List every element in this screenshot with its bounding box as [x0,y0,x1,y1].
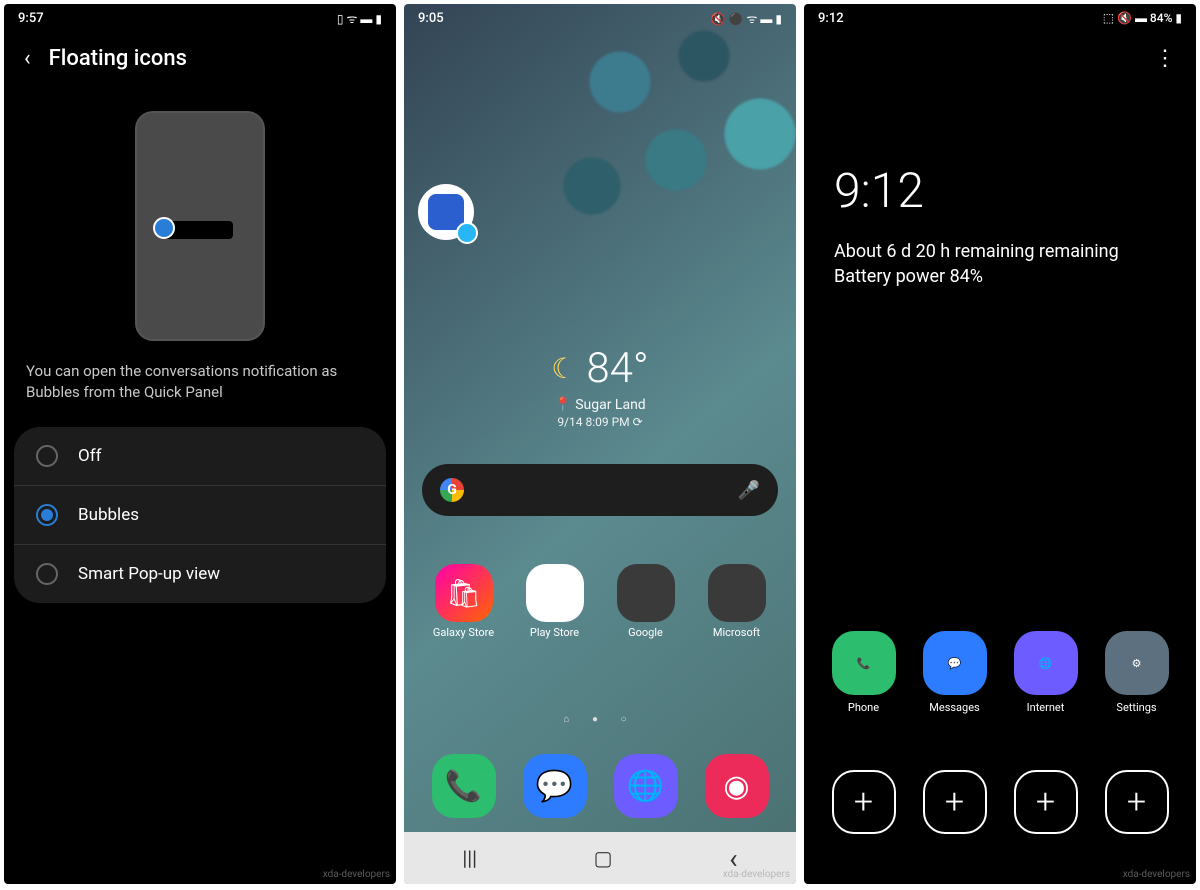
messages-icon: 💬 [536,769,573,804]
app-microsoft-folder[interactable]: Microsoft [699,564,775,639]
option-label: Smart Pop-up view [78,564,220,584]
dock-camera[interactable]: ◉ [705,754,769,818]
launcher-setup-screen: 9:12 ⬚ 🔇 ▬ 84% ▮ ⋮ 9:12 About 6 d 20 h r… [804,4,1196,884]
description-text: You can open the conversations notificat… [4,361,396,403]
mic-icon[interactable]: 🎤 [738,480,760,501]
watermark: xda-developers [723,869,790,880]
add-app-slot[interactable]: + [1105,770,1169,834]
camera-icon: ◉ [723,769,749,804]
option-label: Off [78,446,102,466]
internet-icon: 🌐 [627,769,664,804]
status-icons: ⬚ 🔇 ▬ 84% ▮ [1103,11,1182,25]
dock-internet[interactable]: 🌐 Internet [1008,631,1084,714]
app-galaxy-store[interactable]: 🛍 Galaxy Store [426,564,502,639]
status-time: 9:57 [18,11,44,26]
weather-temp: ☾ 84° [404,344,796,393]
page-indicator[interactable]: ⌂ ● ○ [404,714,796,725]
option-off[interactable]: Off [14,427,386,486]
app-label: Phone [826,701,902,714]
radio-icon [36,504,58,526]
status-time: 9:12 [818,11,844,26]
app-google-folder[interactable]: Google [608,564,684,639]
add-app-slot[interactable]: + [923,770,987,834]
wallpaper-flowers [536,4,796,264]
app-row: 🛍 Galaxy Store ▶ Play Store Google Micro… [404,564,796,639]
app-label: Play Store [517,626,593,639]
app-label: Microsoft [699,626,775,639]
add-app-slot[interactable]: + [1014,770,1078,834]
phone-icon: 📞 [832,631,896,695]
galaxy-store-icon: 🛍 [435,564,493,622]
radio-icon [36,445,58,467]
nav-recents[interactable]: ||| [462,846,477,870]
dock-messages[interactable]: 💬 [523,754,587,818]
internet-icon: 🌐 [1014,631,1078,695]
clock-widget[interactable]: 9:12 [834,162,1196,219]
weather-location: 📍 Sugar Land [404,397,796,413]
moon-icon: ☾ [551,352,576,385]
app-label: Google [608,626,684,639]
battery-percent: Battery power 84% [834,264,1196,289]
dock-phone[interactable]: 📞 [432,754,496,818]
messages-icon: 💬 [923,631,987,695]
status-icons: ▯ ᯤ ▬ ▮ [337,10,382,27]
app-label: Internet [1008,701,1084,714]
folder-icon [708,564,766,622]
status-bar: 9:57 ▯ ᯤ ▬ ▮ [4,4,396,32]
illustration-phone [135,111,265,341]
google-logo-icon: G [440,478,464,502]
floating-bubble[interactable] [418,184,474,240]
back-icon[interactable]: ‹ [24,46,31,71]
folder-icon [617,564,675,622]
dock: 📞 💬 🌐 ◉ [404,754,796,818]
dock-internet[interactable]: 🌐 [614,754,678,818]
app-label: Settings [1099,701,1175,714]
weather-datetime: 9/14 8:09 PM ⟳ [404,415,796,429]
watermark: xda-developers [323,869,390,880]
option-smart-popup[interactable]: Smart Pop-up view [14,545,386,603]
weather-widget[interactable]: ☾ 84° 📍 Sugar Land 9/14 8:09 PM ⟳ [404,344,796,429]
dock: 📞 Phone 💬 Messages 🌐 Internet ⚙ Settings [804,631,1196,714]
illustration-bubble-icon [153,217,175,239]
option-label: Bubbles [78,505,139,525]
header: ‹ Floating icons [4,32,396,81]
battery-remaining: About 6 d 20 h remaining remaining [834,239,1196,264]
dock-phone[interactable]: 📞 Phone [826,631,902,714]
bubble-badge-icon [456,222,478,244]
watermark: xda-developers [1123,869,1190,880]
google-search-bar[interactable]: G 🎤 [422,464,778,516]
nav-home[interactable]: ▢ [594,846,613,870]
dock-settings[interactable]: ⚙ Settings [1099,631,1175,714]
overflow-menu-icon[interactable]: ⋮ [1154,46,1176,71]
app-label: Messages [917,701,993,714]
phone-icon: 📞 [445,769,482,804]
dock-messages[interactable]: 💬 Messages [917,631,993,714]
status-bar: 9:12 ⬚ 🔇 ▬ 84% ▮ [804,4,1196,32]
page-title: Floating icons [49,46,187,71]
app-play-store[interactable]: ▶ Play Store [517,564,593,639]
home-screen: 9:05 🔇 ⚫ ᯤ ▬ ▮ ☾ 84° 📍 Sugar Land 9/14 8… [404,4,796,884]
battery-info: About 6 d 20 h remaining remaining Batte… [834,239,1196,289]
play-store-icon: ▶ [526,564,584,622]
options-list: Off Bubbles Smart Pop-up view [14,427,386,603]
settings-icon: ⚙ [1105,631,1169,695]
add-apps-row: + + + + [804,770,1196,834]
status-time: 9:05 [418,11,444,26]
settings-floating-icons-screen: 9:57 ▯ ᯤ ▬ ▮ ‹ Floating icons You can op… [4,4,396,884]
option-bubbles[interactable]: Bubbles [14,486,386,545]
radio-icon [36,563,58,585]
add-app-slot[interactable]: + [832,770,896,834]
app-label: Galaxy Store [426,626,502,639]
